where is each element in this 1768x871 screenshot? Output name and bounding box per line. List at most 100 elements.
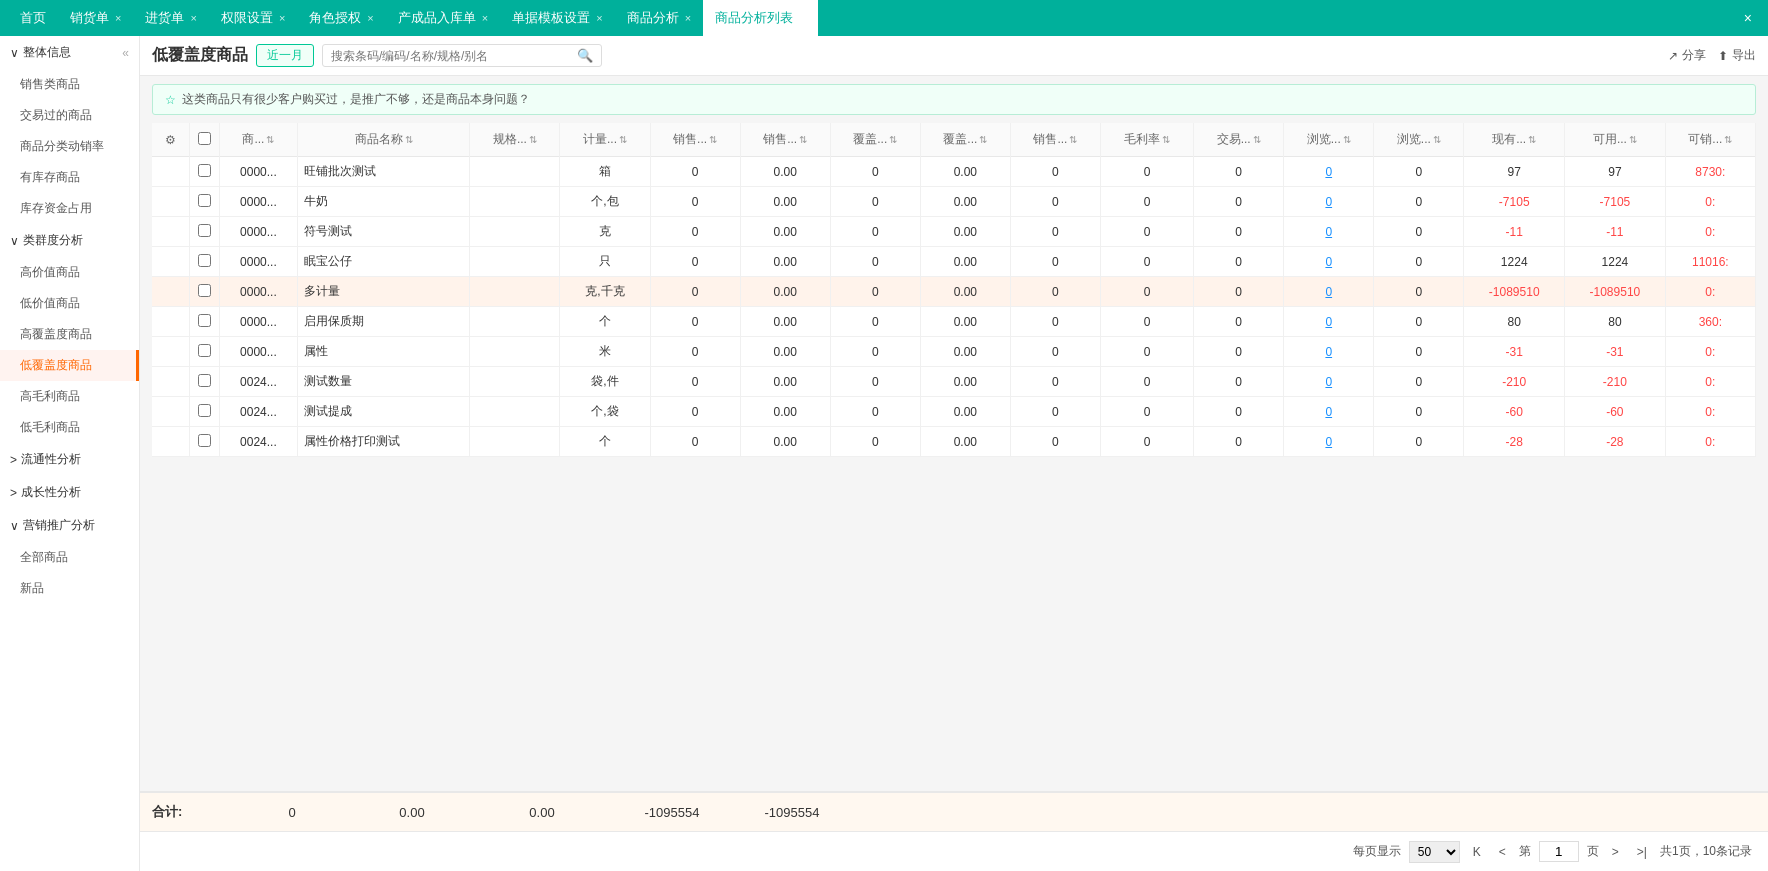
export-button[interactable]: ⬆ 导出 [1718,47,1756,64]
row-browse1[interactable]: 0 [1284,247,1374,277]
sidebar-group-overall[interactable]: ∨ 整体信息 « [0,36,139,69]
row-sales-qty: 0 [650,157,740,187]
row-browse2: 0 [1374,427,1464,457]
last-page-button[interactable]: >| [1632,843,1652,861]
nav-close-role[interactable]: × [367,0,373,36]
per-page-select[interactable]: 50 20 100 200 [1409,841,1460,863]
nav-home[interactable]: 首页 [8,0,58,36]
select-all-checkbox[interactable] [198,132,211,145]
next-page-button[interactable]: > [1607,843,1624,861]
sidebar-item-new-goods[interactable]: 新品 [0,573,139,604]
sidebar-item-low-coverage[interactable]: 低覆盖度商品 [0,350,139,381]
row-gross: 0 [1100,277,1193,307]
row-trade: 0 [1194,427,1284,457]
settings-icon[interactable]: ⚙ [165,133,176,147]
table-container[interactable]: ⚙ 商...⇅ 商品名称⇅ 规格...⇅ 计量...⇅ 销售...⇅ 销售...… [152,123,1756,791]
nav-analysis-list[interactable]: 商品分析列表 × [703,0,817,36]
sidebar-item-low-margin[interactable]: 低毛利商品 [0,412,139,443]
nav-close-purchase[interactable]: × [190,0,196,36]
sidebar-item-high-value[interactable]: 高价值商品 [0,257,139,288]
col-gear[interactable]: ⚙ [152,123,189,157]
share-button[interactable]: ↗ 分享 [1668,47,1706,64]
row-checkbox-3[interactable] [198,254,211,267]
page-suffix: 页 [1587,843,1599,860]
row-checkbox-9[interactable] [198,434,211,447]
nav-analysis[interactable]: 商品分析 × [615,0,703,36]
nav-purchase[interactable]: 进货单 × [133,0,208,36]
sidebar-item-all-goods[interactable]: 全部商品 [0,542,139,573]
sidebar-group-growth[interactable]: > 成长性分析 [0,476,139,509]
nav-role[interactable]: 角色授权 × [297,0,385,36]
row-checkbox-1[interactable] [198,194,211,207]
row-current: -60 [1464,397,1565,427]
sidebar-item-traded-goods[interactable]: 交易过的商品 [0,100,139,131]
row-checkbox-2[interactable] [198,224,211,237]
total-info: 共1页，10条记录 [1660,843,1752,860]
row-checkbox-7[interactable] [198,374,211,387]
search-input[interactable] [331,49,577,63]
row-checkbox-6[interactable] [198,344,211,357]
prev-page-button[interactable]: < [1494,843,1511,861]
first-page-button[interactable]: K [1468,843,1486,861]
sidebar-item-low-value[interactable]: 低价值商品 [0,288,139,319]
row-code: 0000... [219,307,298,337]
page-number-input[interactable] [1539,841,1579,862]
nav-sales[interactable]: 销货单 × [58,0,133,36]
row-sales3: 0 [1010,337,1100,367]
row-browse1[interactable]: 0 [1284,187,1374,217]
row-sales3: 0 [1010,187,1100,217]
row-browse1[interactable]: 0 [1284,367,1374,397]
sidebar-collapse-icon[interactable]: « [122,46,129,60]
nav-close-analysis-list[interactable]: × [799,0,805,36]
row-browse1[interactable]: 0 [1284,217,1374,247]
sidebar-group-cluster[interactable]: ∨ 类群度分析 [0,224,139,257]
sidebar-item-capital[interactable]: 库存资金占用 [0,193,139,224]
nav-close-permission[interactable]: × [279,0,285,36]
nav-close-analysis[interactable]: × [685,0,691,36]
row-sales3: 0 [1010,397,1100,427]
sidebar-item-high-margin[interactable]: 高毛利商品 [0,381,139,412]
row-browse1[interactable]: 0 [1284,157,1374,187]
sidebar-item-stocked-goods[interactable]: 有库存商品 [0,162,139,193]
sidebar-item-category-rate[interactable]: 商品分类动销率 [0,131,139,162]
col-current: 现有...⇅ [1464,123,1565,157]
row-available: -1089510 [1565,277,1666,307]
row-browse1[interactable]: 0 [1284,307,1374,337]
row-checkbox-8[interactable] [198,404,211,417]
row-browse1[interactable]: 0 [1284,427,1374,457]
sidebar-item-sales-goods[interactable]: 销售类商品 [0,69,139,100]
toolbar-right: ↗ 分享 ⬆ 导出 [1668,47,1756,64]
nav-close-finished[interactable]: × [482,0,488,36]
row-unit: 个 [560,307,650,337]
row-current: -210 [1464,367,1565,397]
nav-permission[interactable]: 权限设置 × [209,0,297,36]
row-sales3: 0 [1010,247,1100,277]
col-sales3: 销售...⇅ [1010,123,1100,157]
window-close-button[interactable]: × [1736,9,1760,27]
filter-period-button[interactable]: 近一月 [256,44,314,67]
row-checkbox-0[interactable] [198,164,211,177]
row-browse1[interactable]: 0 [1284,397,1374,427]
row-sellable: 8730: [1665,157,1755,187]
nav-template[interactable]: 单据模板设置 × [500,0,614,36]
sidebar-item-high-coverage[interactable]: 高覆盖度商品 [0,319,139,350]
nav-close-template[interactable]: × [596,0,602,36]
table-row: 0024... 测试数量 袋,件 0 0.00 0 0.00 0 0 0 0 0… [152,367,1756,397]
row-available: -11 [1565,217,1666,247]
col-gross: 毛利率⇅ [1100,123,1193,157]
nav-close-sales[interactable]: × [115,0,121,36]
row-checkbox-4[interactable] [198,284,211,297]
row-trade: 0 [1194,337,1284,367]
row-spec [470,307,560,337]
nav-finished[interactable]: 产成品入库单 × [386,0,500,36]
row-browse1[interactable]: 0 [1284,337,1374,367]
col-sellable: 可销...⇅ [1665,123,1755,157]
row-unit: 克 [560,217,650,247]
sidebar-group-marketing[interactable]: ∨ 营销推广分析 [0,509,139,542]
sidebar-group-circulation[interactable]: > 流通性分析 [0,443,139,476]
row-checkbox-5[interactable] [198,314,211,327]
toolbar: 低覆盖度商品 近一月 🔍 ↗ 分享 ⬆ 导出 [140,36,1768,76]
row-browse1[interactable]: 0 [1284,277,1374,307]
row-current: -1089510 [1464,277,1565,307]
row-browse2: 0 [1374,367,1464,397]
